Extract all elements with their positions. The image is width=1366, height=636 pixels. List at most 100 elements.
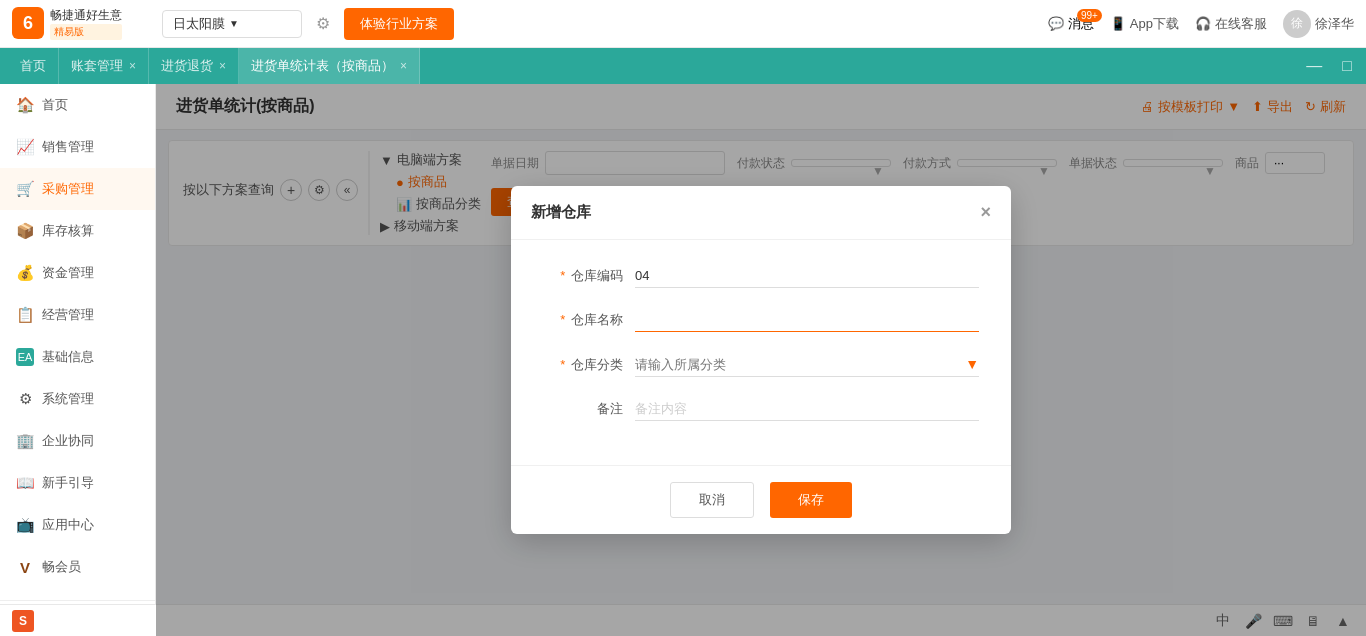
sidebar-item-vip[interactable]: V 畅会员 — [0, 546, 155, 588]
name-input[interactable] — [635, 308, 979, 332]
sidebar-item-basic[interactable]: EA 基础信息 — [0, 336, 155, 378]
inventory-icon: 📦 — [16, 222, 34, 240]
sidebar-item-finance-label: 资金管理 — [42, 264, 94, 282]
note-label: 备注 — [543, 400, 623, 418]
header-right: 💬 消息 99+ 📱 App下载 🎧 在线客服 徐 徐泽华 — [1048, 10, 1354, 38]
tab-account-close[interactable]: × — [129, 59, 136, 73]
avatar: 徐 — [1283, 10, 1311, 38]
app-download[interactable]: 📱 App下载 — [1110, 15, 1179, 33]
gear-icon[interactable]: ⚙ — [312, 10, 334, 37]
tab-home-label: 首页 — [20, 57, 46, 75]
user-name: 徐泽华 — [1315, 15, 1354, 33]
sidebar-item-guide[interactable]: 📖 新手引导 — [0, 462, 155, 504]
store-selector[interactable]: 日太阳膜 ▼ — [162, 10, 302, 38]
category-select[interactable]: ▼ — [635, 352, 979, 377]
sidebar: 🏠 首页 📈 销售管理 🛒 采购管理 📦 库存核算 💰 资金管理 📋 经营管理 … — [0, 84, 156, 636]
tab-bar: 首页 账套管理 × 进货退货 × 进货单统计表（按商品） × — □ — [0, 48, 1366, 84]
form-row-note: 备注 — [543, 397, 979, 421]
tab-home[interactable]: 首页 — [8, 48, 59, 84]
form-row-code: * 仓库编码 — [543, 264, 979, 288]
trial-button[interactable]: 体验行业方案 — [344, 8, 454, 40]
sidebar-item-inventory-label: 库存核算 — [42, 222, 94, 240]
new-warehouse-modal: 新增仓库 × * 仓库编码 * 仓库名称 — [511, 186, 1011, 534]
basic-icon: EA — [16, 348, 34, 366]
sidebar-item-operation[interactable]: 📋 经营管理 — [0, 294, 155, 336]
cancel-button[interactable]: 取消 — [670, 482, 754, 518]
sidebar-item-operation-label: 经营管理 — [42, 306, 94, 324]
sidebar-item-sales[interactable]: 📈 销售管理 — [0, 126, 155, 168]
store-name: 日太阳膜 — [173, 15, 225, 33]
s-logo: S — [12, 610, 34, 632]
tab-account[interactable]: 账套管理 × — [59, 48, 149, 84]
save-button[interactable]: 保存 — [770, 482, 852, 518]
sidebar-item-finance[interactable]: 💰 资金管理 — [0, 252, 155, 294]
sidebar-item-guide-label: 新手引导 — [42, 474, 94, 492]
user-area[interactable]: 徐 徐泽华 — [1283, 10, 1354, 38]
sidebar-item-home-label: 首页 — [42, 96, 68, 114]
code-label: * 仓库编码 — [543, 267, 623, 285]
sidebar-item-vip-label: 畅会员 — [42, 558, 81, 576]
content-area: 进货单统计(按商品) 🖨 按模板打印 ▼ ⬆ 导出 ↻ 刷新 — [156, 84, 1366, 636]
required-mark: * — [560, 268, 565, 283]
enterprise-icon: 🏢 — [16, 432, 34, 450]
tab-return-close[interactable]: × — [219, 59, 226, 73]
operation-icon: 📋 — [16, 306, 34, 324]
message-badge: 99+ — [1077, 9, 1102, 22]
form-row-category: * 仓库分类 ▼ — [543, 352, 979, 377]
tab-stats-close[interactable]: × — [400, 59, 407, 73]
tab-maximize-icon[interactable]: □ — [1336, 55, 1358, 77]
name-label: * 仓库名称 — [543, 311, 623, 329]
sidebar-item-purchase-label: 采购管理 — [42, 180, 94, 198]
phone-icon: 📱 — [1110, 16, 1126, 31]
tab-return[interactable]: 进货退货 × — [149, 48, 239, 84]
tab-bar-actions: — □ — [1300, 55, 1358, 77]
sidebar-item-apps[interactable]: 📺 应用中心 — [0, 504, 155, 546]
sidebar-item-purchase[interactable]: 🛒 采购管理 — [0, 168, 155, 210]
note-input[interactable] — [635, 397, 979, 421]
modal-footer: 取消 保存 — [511, 465, 1011, 534]
system-icon: ⚙ — [16, 390, 34, 408]
tab-return-label: 进货退货 — [161, 57, 213, 75]
code-input[interactable] — [635, 264, 979, 288]
sidebar-item-sales-label: 销售管理 — [42, 138, 94, 156]
message-icon: 💬 — [1048, 16, 1064, 31]
required-mark-3: * — [560, 357, 565, 372]
sidebar-item-enterprise-label: 企业协同 — [42, 432, 94, 450]
category-input[interactable] — [635, 357, 965, 372]
sidebar-item-inventory[interactable]: 📦 库存核算 — [0, 210, 155, 252]
category-label: * 仓库分类 — [543, 356, 623, 374]
modal-title: 新增仓库 — [531, 203, 591, 222]
home-icon: 🏠 — [16, 96, 34, 114]
headset-icon: 🎧 — [1195, 16, 1211, 31]
chevron-down-icon: ▼ — [229, 18, 239, 29]
tab-minimize-icon[interactable]: — — [1300, 55, 1328, 77]
tab-stats-label: 进货单统计表（按商品） — [251, 57, 394, 75]
logo-sub: 精易版 — [50, 24, 122, 40]
required-mark-2: * — [560, 312, 565, 327]
logo-text: 畅捷通好生意 — [50, 7, 122, 24]
purchase-icon: 🛒 — [16, 180, 34, 198]
vip-icon: V — [16, 558, 34, 576]
sidebar-item-home[interactable]: 🏠 首页 — [0, 84, 155, 126]
online-service[interactable]: 🎧 在线客服 — [1195, 15, 1267, 33]
category-dropdown-icon[interactable]: ▼ — [965, 356, 979, 372]
sidebar-item-apps-label: 应用中心 — [42, 516, 94, 534]
avatar-initials: 徐 — [1291, 15, 1303, 32]
form-row-name: * 仓库名称 — [543, 308, 979, 332]
modal-header: 新增仓库 × — [511, 186, 1011, 240]
modal-body: * 仓库编码 * 仓库名称 * 仓库 — [511, 240, 1011, 465]
sidebar-item-enterprise[interactable]: 🏢 企业协同 — [0, 420, 155, 462]
main-layout: 🏠 首页 📈 销售管理 🛒 采购管理 📦 库存核算 💰 资金管理 📋 经营管理 … — [0, 84, 1366, 636]
sales-icon: 📈 — [16, 138, 34, 156]
sidebar-item-system[interactable]: ⚙ 系统管理 — [0, 378, 155, 420]
logo-icon: 6 — [12, 7, 44, 39]
bottom-left: S — [12, 610, 34, 632]
sidebar-item-system-label: 系统管理 — [42, 390, 94, 408]
modal-close-button[interactable]: × — [980, 202, 991, 223]
top-header: 6 畅捷通好生意 精易版 日太阳膜 ▼ ⚙ 体验行业方案 💬 消息 99+ 📱 … — [0, 0, 1366, 48]
sidebar-item-basic-label: 基础信息 — [42, 348, 94, 366]
tab-account-label: 账套管理 — [71, 57, 123, 75]
message-area[interactable]: 💬 消息 99+ — [1048, 15, 1094, 33]
tab-stats[interactable]: 进货单统计表（按商品） × — [239, 48, 420, 84]
finance-icon: 💰 — [16, 264, 34, 282]
